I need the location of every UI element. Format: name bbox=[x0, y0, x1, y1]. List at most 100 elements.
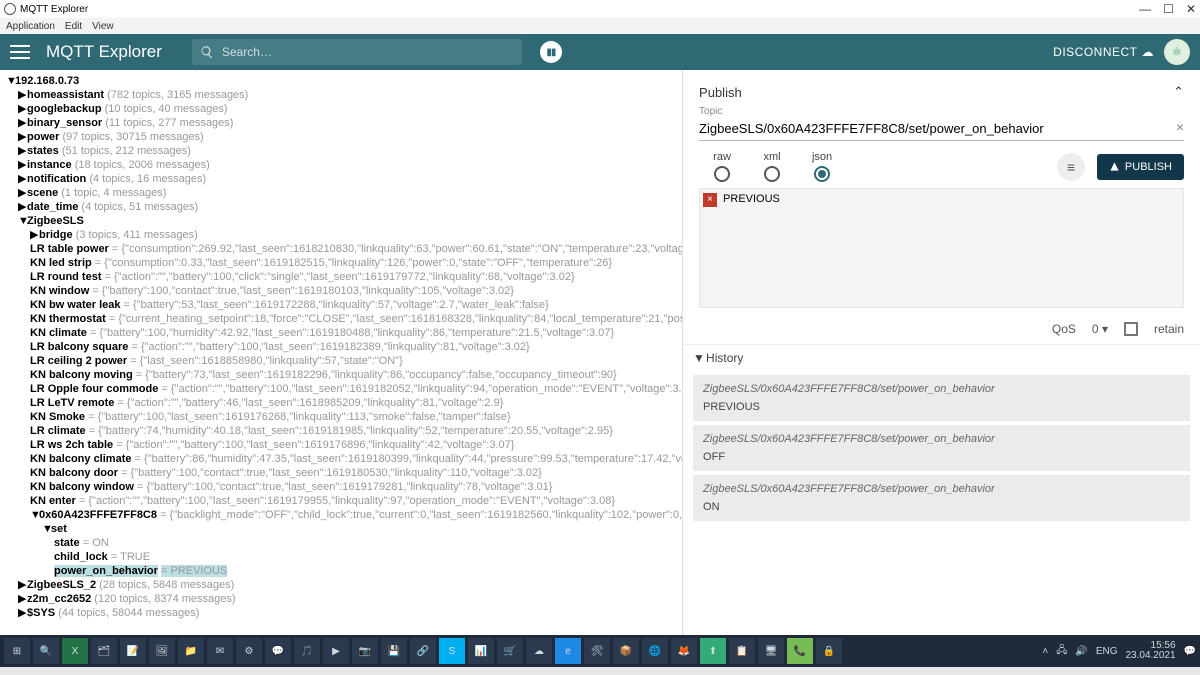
maximize-button[interactable]: ☐ bbox=[1163, 2, 1174, 16]
publish-button[interactable]: PUBLISH bbox=[1097, 154, 1184, 180]
tree-leaf[interactable]: power_on_behavior = PREVIOUS bbox=[6, 564, 678, 578]
tray-notifications-icon[interactable]: 💬 bbox=[1184, 646, 1196, 657]
qos-select[interactable]: 0 ▾ bbox=[1092, 322, 1108, 336]
format-xml[interactable]: xml bbox=[749, 151, 795, 182]
tree-item[interactable]: ▶date_time (4 topics, 51 messages) bbox=[6, 200, 678, 214]
tree-item[interactable]: ▶instance (18 topics, 2006 messages) bbox=[6, 158, 678, 172]
tree-item[interactable]: KN Smoke = {"battery":100,"last_seen":16… bbox=[6, 410, 678, 424]
taskbar-app[interactable]: 🛠 bbox=[584, 638, 610, 664]
search-input[interactable] bbox=[222, 45, 514, 59]
tree-set[interactable]: set bbox=[51, 523, 67, 535]
tree-bridge[interactable]: bridge bbox=[39, 229, 73, 241]
payload-editor[interactable]: ×PREVIOUS bbox=[699, 188, 1184, 308]
taskbar-app[interactable]: X bbox=[62, 638, 88, 664]
collapse-icon[interactable]: ⌃ bbox=[1173, 84, 1184, 100]
taskbar-app[interactable]: 🖥 bbox=[758, 638, 784, 664]
tree-item[interactable]: ▶notification (4 topics, 16 messages) bbox=[6, 172, 678, 186]
taskbar-search-icon[interactable]: 🔍 bbox=[33, 638, 59, 664]
minimize-button[interactable]: — bbox=[1139, 2, 1151, 16]
tray-clock[interactable]: 15:5623.04.2021 bbox=[1125, 641, 1175, 661]
tree-device[interactable]: 0x60A423FFFE7FF8C8 bbox=[39, 509, 157, 521]
tree-item[interactable]: ▶$SYS (44 topics, 58044 messages) bbox=[6, 606, 678, 620]
taskbar-app[interactable]: ☁ bbox=[526, 638, 552, 664]
taskbar-app[interactable]: ⚙ bbox=[236, 638, 262, 664]
format-raw[interactable]: raw bbox=[699, 151, 745, 182]
tree-item[interactable]: KN balcony moving = {"battery":73,"last_… bbox=[6, 368, 678, 382]
pause-button[interactable]: ▮▮ bbox=[540, 41, 562, 63]
taskbar-app[interactable]: 🎵 bbox=[294, 638, 320, 664]
tree-item[interactable]: ▶scene (1 topic, 4 messages) bbox=[6, 186, 678, 200]
taskbar-app[interactable]: ✉ bbox=[207, 638, 233, 664]
tree-item[interactable]: LR Opple four commode = {"action":"","ba… bbox=[6, 382, 678, 396]
taskbar-app[interactable]: 📦 bbox=[613, 638, 639, 664]
tree-item[interactable]: LR balcony square = {"action":"","batter… bbox=[6, 340, 678, 354]
tree-item[interactable]: KN balcony door = {"battery":100,"contac… bbox=[6, 466, 678, 480]
topic-tree[interactable]: ▼192.168.0.73 ▶homeassistant (782 topics… bbox=[0, 70, 682, 635]
tree-item[interactable]: LR ceiling 2 power = {"last_seen":161885… bbox=[6, 354, 678, 368]
tree-item[interactable]: KN window = {"battery":100,"contact":tru… bbox=[6, 284, 678, 298]
taskbar-app[interactable]: ⬆ bbox=[700, 638, 726, 664]
history-item[interactable]: ZigbeeSLS/0x60A423FFFE7FF8C8/set/power_o… bbox=[693, 375, 1190, 421]
taskbar-app[interactable]: 🦊 bbox=[671, 638, 697, 664]
menu-icon[interactable] bbox=[10, 45, 30, 59]
taskbar-app[interactable]: 🔒 bbox=[816, 638, 842, 664]
topic-input[interactable] bbox=[699, 117, 1184, 141]
format-json[interactable]: json bbox=[799, 151, 845, 182]
taskbar-app[interactable]: ▶ bbox=[323, 638, 349, 664]
tree-leaf[interactable]: state = ON bbox=[6, 536, 678, 550]
tree-leaf[interactable]: child_lock = TRUE bbox=[6, 550, 678, 564]
tree-item[interactable]: KN led strip = {"consumption":0.33,"last… bbox=[6, 256, 678, 270]
tree-item[interactable]: LR ws 2ch table = {"action":"","battery"… bbox=[6, 438, 678, 452]
taskbar[interactable]: ⊞ 🔍 X 🗂 📝 🖼 📁 ✉ ⚙ 💬 🎵 ▶ 📷 💾 🔗 S 📊 🛒 ☁ e … bbox=[0, 635, 1200, 667]
avatar[interactable]: ⚛ bbox=[1164, 39, 1190, 65]
taskbar-app[interactable]: e bbox=[555, 638, 581, 664]
taskbar-app[interactable]: 📷 bbox=[352, 638, 378, 664]
taskbar-app[interactable]: 📞 bbox=[787, 638, 813, 664]
history-item[interactable]: ZigbeeSLS/0x60A423FFFE7FF8C8/set/power_o… bbox=[693, 475, 1190, 521]
tree-item[interactable]: ▶homeassistant (782 topics, 3165 message… bbox=[6, 88, 678, 102]
format-paragraph-icon[interactable]: ≡ bbox=[1057, 153, 1085, 181]
tree-item[interactable]: KN balcony climate = {"battery":86,"humi… bbox=[6, 452, 678, 466]
disconnect-button[interactable]: DISCONNECT ☁ bbox=[1053, 45, 1154, 59]
taskbar-app[interactable]: 📁 bbox=[178, 638, 204, 664]
tree-item[interactable]: ▶ZigbeeSLS_2 (28 topics, 5848 messages) bbox=[6, 578, 678, 592]
history-header[interactable]: History bbox=[706, 351, 743, 365]
tree-item[interactable]: LR round test = {"action":"","battery":1… bbox=[6, 270, 678, 284]
search-box[interactable] bbox=[192, 39, 522, 65]
menu-application[interactable]: Application bbox=[6, 21, 55, 32]
tree-item[interactable]: ▶power (97 topics, 30715 messages) bbox=[6, 130, 678, 144]
tree-item[interactable]: LR climate = {"battery":74,"humidity":40… bbox=[6, 424, 678, 438]
taskbar-app[interactable]: 🛒 bbox=[497, 638, 523, 664]
taskbar-app[interactable]: 💾 bbox=[381, 638, 407, 664]
tray-lang[interactable]: ENG bbox=[1096, 646, 1118, 657]
taskbar-app[interactable]: 🌐 bbox=[642, 638, 668, 664]
taskbar-app[interactable]: 🖼 bbox=[149, 638, 175, 664]
tray-volume-icon[interactable]: 🔊 bbox=[1075, 646, 1087, 657]
tree-item[interactable]: LR LeTV remote = {"action":"","battery":… bbox=[6, 396, 678, 410]
tree-item[interactable]: KN thermostat = {"current_heating_setpoi… bbox=[6, 312, 678, 326]
history-item[interactable]: ZigbeeSLS/0x60A423FFFE7FF8C8/set/power_o… bbox=[693, 425, 1190, 471]
close-button[interactable]: ✕ bbox=[1186, 2, 1196, 16]
taskbar-app[interactable]: 📋 bbox=[729, 638, 755, 664]
taskbar-app[interactable]: S bbox=[439, 638, 465, 664]
tree-item[interactable]: KN bw water leak = {"battery":53,"last_s… bbox=[6, 298, 678, 312]
menu-view[interactable]: View bbox=[92, 21, 114, 32]
tree-item[interactable]: KN enter = {"action":"","battery":100,"l… bbox=[6, 494, 678, 508]
tree-zigbee[interactable]: ZigbeeSLS bbox=[27, 215, 84, 227]
tray-chevron-icon[interactable]: ˄ bbox=[1042, 646, 1048, 657]
taskbar-app[interactable]: 🗂 bbox=[91, 638, 117, 664]
tree-item[interactable]: ▶states (51 topics, 212 messages) bbox=[6, 144, 678, 158]
tree-item[interactable]: ▶z2m_cc2652 (120 topics, 8374 messages) bbox=[6, 592, 678, 606]
taskbar-app[interactable]: 💬 bbox=[265, 638, 291, 664]
tree-item[interactable]: LR table power = {"consumption":269.92,"… bbox=[6, 242, 678, 256]
tree-item[interactable]: KN climate = {"battery":100,"humidity":4… bbox=[6, 326, 678, 340]
start-button[interactable]: ⊞ bbox=[4, 638, 30, 664]
tree-item[interactable]: KN balcony window = {"battery":100,"cont… bbox=[6, 480, 678, 494]
tray-network-icon[interactable]: 🖧 bbox=[1056, 643, 1067, 660]
tree-item[interactable]: ▶googlebackup (10 topics, 40 messages) bbox=[6, 102, 678, 116]
menu-edit[interactable]: Edit bbox=[65, 21, 82, 32]
taskbar-app[interactable]: 🔗 bbox=[410, 638, 436, 664]
taskbar-app[interactable]: 📊 bbox=[468, 638, 494, 664]
taskbar-app[interactable]: 📝 bbox=[120, 638, 146, 664]
retain-checkbox[interactable] bbox=[1124, 322, 1138, 336]
